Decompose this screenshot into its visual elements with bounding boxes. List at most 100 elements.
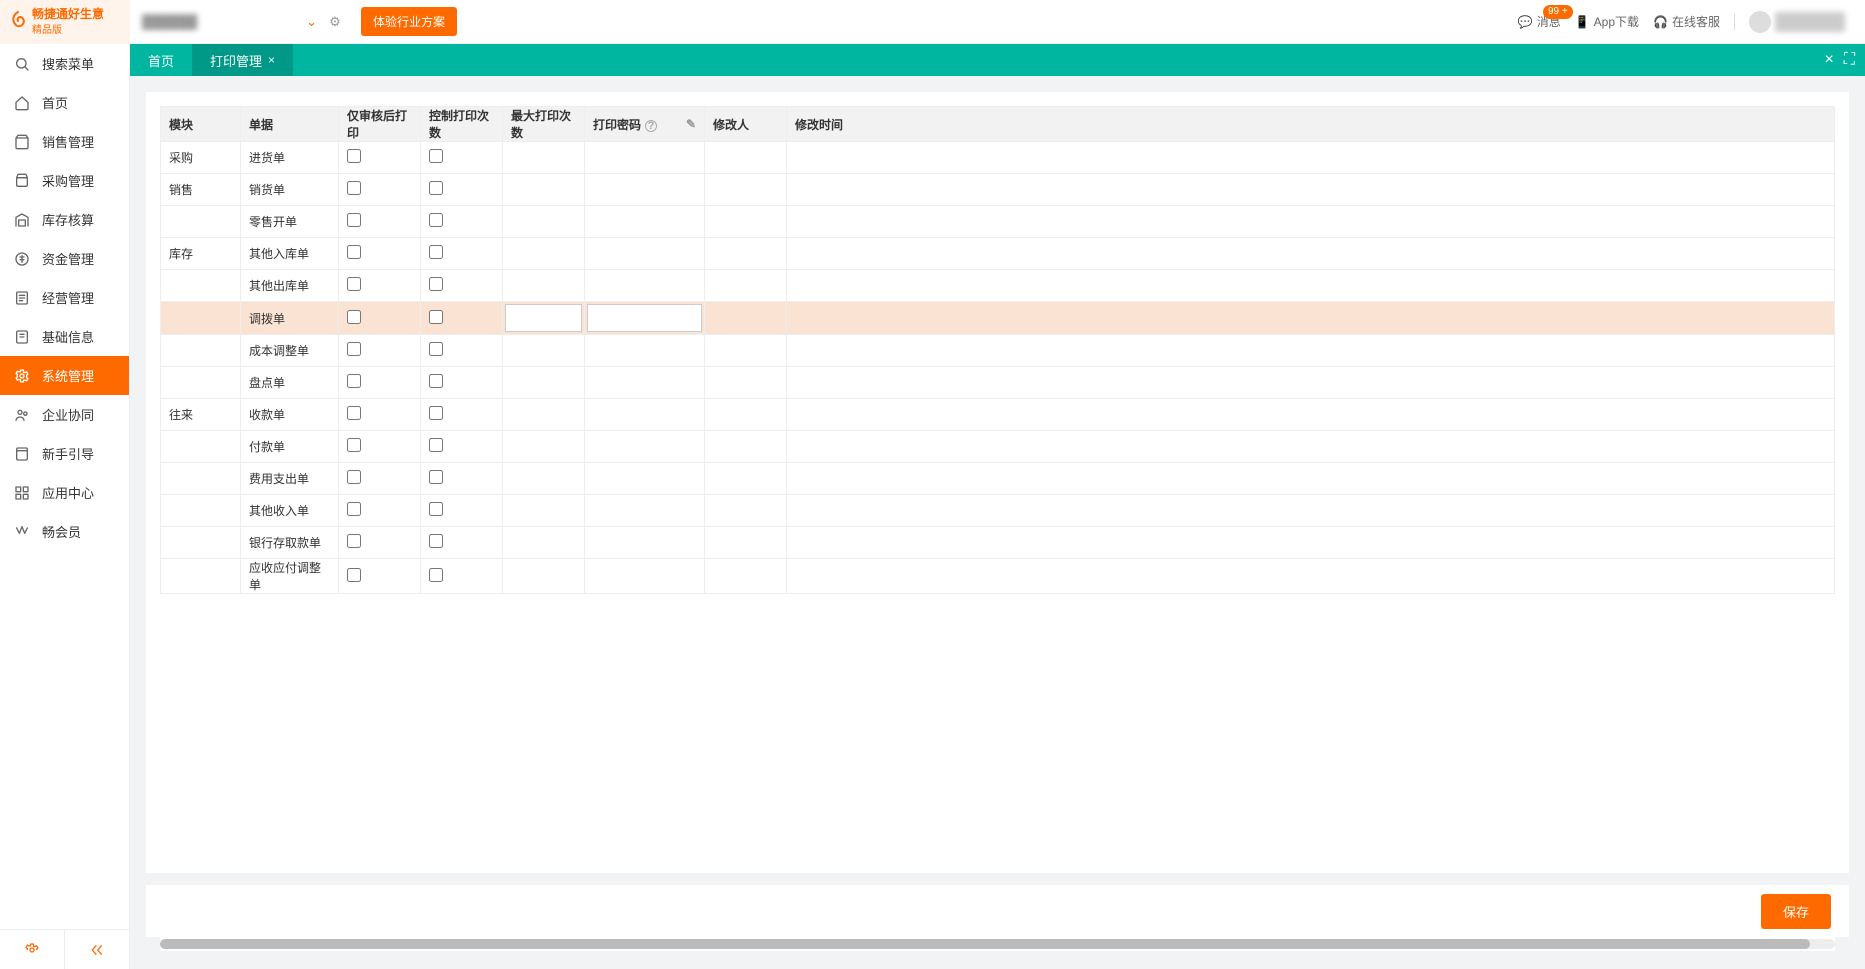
sidebar-item-warehouse[interactable]: 库存核算 [0,200,129,239]
scrollbar-thumb[interactable] [160,939,1810,949]
cell-doc: 付款单 [241,431,339,463]
fullscreen-icon[interactable]: ⛶ [1844,51,1855,69]
close-icon[interactable]: × [268,53,275,67]
table-row: 销售销货单 [161,174,1835,206]
cell-audit-only [339,367,421,399]
online-service-button[interactable]: 🎧 在线客服 [1653,13,1720,30]
audit-only-checkbox[interactable] [347,470,361,484]
audit-only-checkbox[interactable] [347,438,361,452]
limit-count-checkbox[interactable] [429,149,443,163]
cell-modified-at [787,399,1835,431]
sidebar-item-label: 首页 [42,93,68,112]
sidebar-item-bag[interactable]: 采购管理 [0,161,129,200]
audit-only-checkbox[interactable] [347,568,361,582]
cell-limit-count [421,302,503,335]
table-row: 其他出库单 [161,270,1835,302]
audit-only-checkbox[interactable] [347,534,361,548]
sidebar-item-report[interactable]: 经营管理 [0,278,129,317]
sidebar-item-book[interactable]: 新手引导 [0,434,129,473]
audit-only-checkbox[interactable] [347,181,361,195]
tab-1[interactable]: 打印管理× [192,44,293,76]
audit-only-checkbox[interactable] [347,245,361,259]
sidebar-item-cart[interactable]: 销售管理 [0,122,129,161]
audit-only-checkbox[interactable] [347,310,361,324]
cell-modifier [705,527,787,559]
cell-max-count [503,238,585,270]
audit-only-checkbox[interactable] [347,277,361,291]
brand: 畅捷通好生意 精品版 [0,0,130,44]
tab-close-all-icon[interactable]: × [1824,51,1833,69]
cell-module [161,206,241,238]
cell-password [585,495,705,527]
edit-icon[interactable]: ✎ [686,117,696,131]
limit-count-checkbox[interactable] [429,470,443,484]
cell-module: 采购 [161,142,241,174]
limit-count-checkbox[interactable] [429,374,443,388]
sidebar-item-label: 企业协同 [42,405,94,424]
gear-icon[interactable]: ⚙ [329,14,341,30]
cell-doc: 零售开单 [241,206,339,238]
cell-modified-at [787,238,1835,270]
report-icon [14,290,32,306]
sidebar-settings-button[interactable] [0,930,65,969]
cell-limit-count [421,559,503,594]
audit-only-checkbox[interactable] [347,502,361,516]
sidebar-item-team[interactable]: 企业协同 [0,395,129,434]
limit-count-checkbox[interactable] [429,213,443,227]
cell-modifier [705,399,787,431]
sidebar-item-home[interactable]: 首页 [0,83,129,122]
cell-audit-only [339,206,421,238]
cell-limit-count [421,399,503,431]
limit-count-checkbox[interactable] [429,245,443,259]
limit-count-checkbox[interactable] [429,502,443,516]
audit-only-checkbox[interactable] [347,342,361,356]
cell-limit-count [421,463,503,495]
sidebar-item-money[interactable]: 资金管理 [0,239,129,278]
table-row: 成本调整单 [161,335,1835,367]
cell-doc: 进货单 [241,142,339,174]
sidebar-item-info[interactable]: 基础信息 [0,317,129,356]
sidebar-item-search[interactable]: 搜索菜单 [0,44,129,83]
save-button[interactable]: 保存 [1761,894,1831,929]
user-avatar[interactable] [1749,11,1845,33]
limit-count-checkbox[interactable] [429,310,443,324]
cell-modifier [705,431,787,463]
table-row: 其他收入单 [161,495,1835,527]
cell-password [585,431,705,463]
try-industry-button[interactable]: 体验行业方案 [361,7,457,36]
limit-count-checkbox[interactable] [429,406,443,420]
cell-module [161,270,241,302]
limit-count-checkbox[interactable] [429,568,443,582]
cell-max-count [503,495,585,527]
limit-count-checkbox[interactable] [429,181,443,195]
sidebar-collapse-button[interactable] [65,930,129,969]
sidebar-item-vip[interactable]: 畅会员 [0,512,129,551]
topbar: 畅捷通好生意 精品版 ██████ ⌄ ⚙ 体验行业方案 💬 消息 99 + 📱… [0,0,1865,44]
limit-count-checkbox[interactable] [429,277,443,291]
sidebar-item-gear[interactable]: 系统管理 [0,356,129,395]
cell-module [161,463,241,495]
messages-button[interactable]: 💬 消息 99 + [1518,13,1561,30]
cell-audit-only [339,431,421,463]
password-input[interactable] [587,304,702,332]
help-icon[interactable]: ? [645,120,657,132]
cell-modifier [705,174,787,206]
vip-icon [14,524,32,540]
audit-only-checkbox[interactable] [347,374,361,388]
limit-count-checkbox[interactable] [429,438,443,452]
max-count-input[interactable] [505,304,582,332]
audit-only-checkbox[interactable] [347,213,361,227]
limit-count-checkbox[interactable] [429,534,443,548]
audit-only-checkbox[interactable] [347,406,361,420]
app-download-button[interactable]: 📱 App下载 [1575,13,1639,30]
audit-only-checkbox[interactable] [347,149,361,163]
cell-modifier [705,367,787,399]
limit-count-checkbox[interactable] [429,342,443,356]
horizontal-scrollbar[interactable] [160,937,1835,951]
tenant-selector[interactable]: ██████ ⌄ [130,14,325,29]
sidebar-item-label: 销售管理 [42,132,94,151]
cell-modified-at [787,335,1835,367]
sidebar-item-apps[interactable]: 应用中心 [0,473,129,512]
message-icon: 💬 [1518,15,1533,29]
tab-0[interactable]: 首页 [130,44,192,76]
